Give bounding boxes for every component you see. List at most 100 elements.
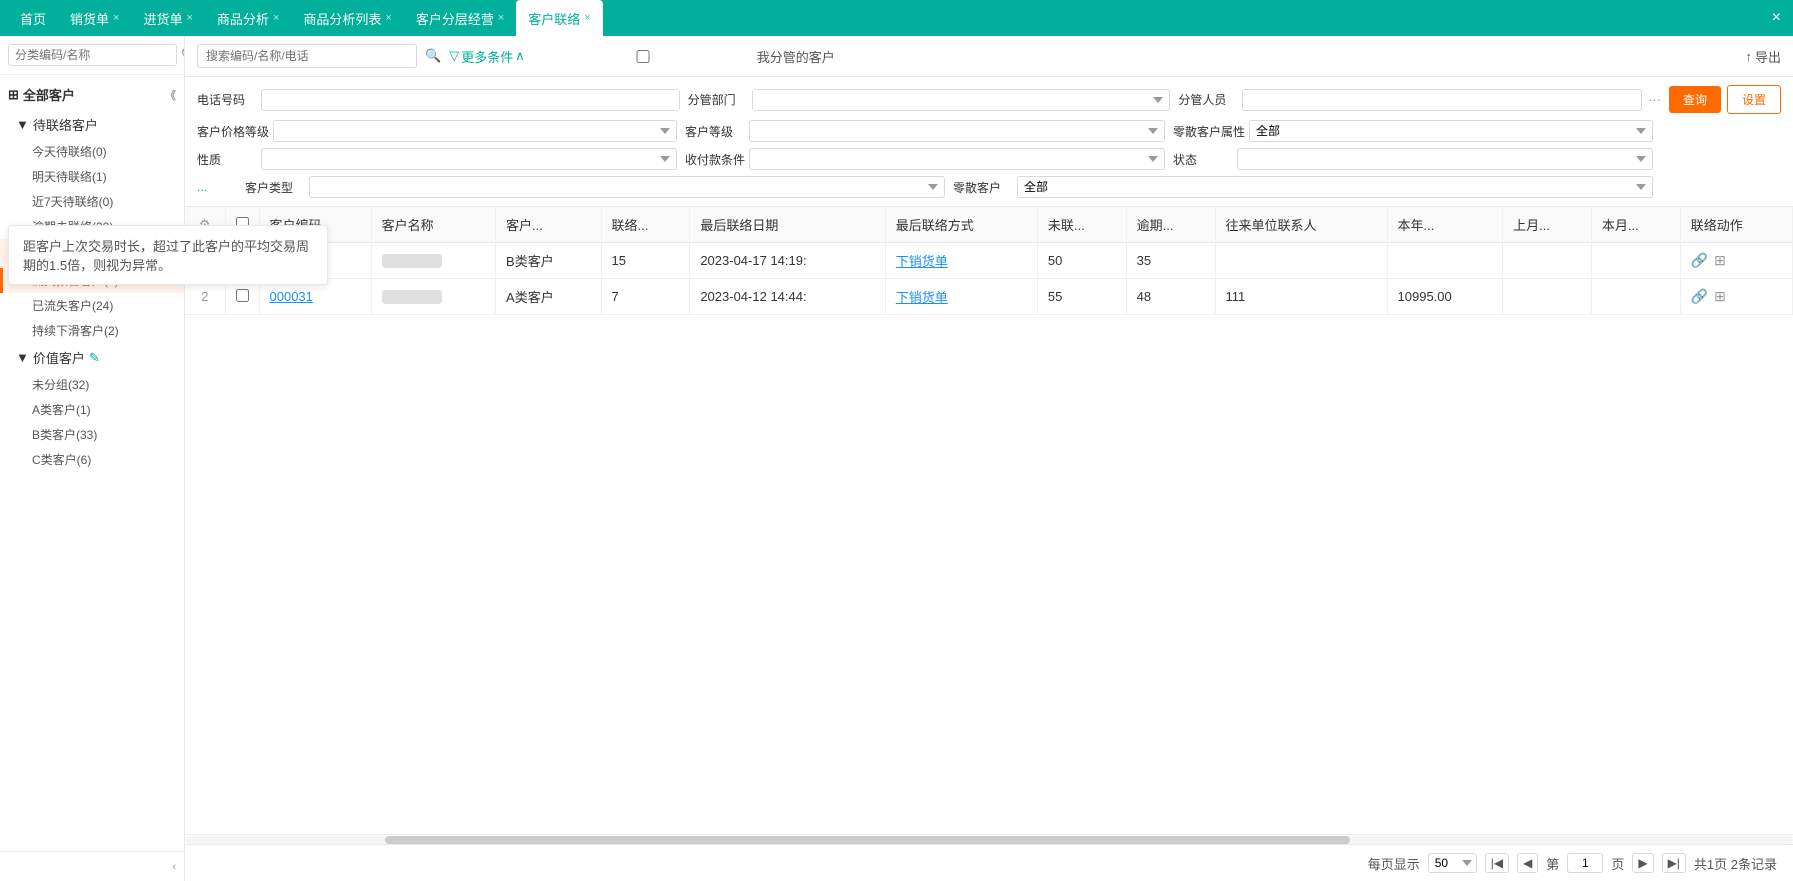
nav-customer-tier[interactable]: 客户分层经营 × bbox=[404, 0, 516, 36]
close-purchase-icon[interactable]: × bbox=[186, 12, 192, 24]
phone-label: 电话号码 bbox=[197, 91, 257, 108]
sidebar-item-today[interactable]: 今天待联络(0) bbox=[0, 139, 184, 164]
triangle3-icon: ▼ bbox=[16, 350, 29, 365]
setting-button[interactable]: 设置 bbox=[1727, 85, 1781, 114]
per-page-select[interactable]: 50 20 100 200 bbox=[1428, 853, 1477, 873]
customer-grade-label: 客户等级 bbox=[685, 123, 745, 140]
manager-more-icon[interactable]: ··· bbox=[1648, 92, 1661, 107]
sidebar-item-a-class[interactable]: A类客户(1) bbox=[0, 397, 184, 422]
nature-label: 性质 bbox=[197, 151, 257, 168]
row1-uncontacted: 50 bbox=[1037, 243, 1126, 279]
content-area: 🔍 ▽ 更多条件 ∧ 我分管的客户 ↑ 导出 电话号码 bbox=[185, 36, 1793, 881]
row1-last-method[interactable]: 下销货单 bbox=[885, 243, 1037, 279]
close-product-analysis-icon[interactable]: × bbox=[273, 12, 279, 24]
filter-retail-customer: 零散客户 全部 bbox=[953, 176, 1653, 198]
filter-customer-type: 客户类型 bbox=[245, 176, 945, 198]
customer-grade-select[interactable] bbox=[749, 120, 1165, 142]
payment-select[interactable] bbox=[749, 148, 1165, 170]
query-button[interactable]: 查询 bbox=[1669, 86, 1721, 113]
phone-input[interactable] bbox=[261, 89, 680, 111]
nav-purchase[interactable]: 进货单 × bbox=[131, 0, 204, 36]
table-row: 2 000031 A类客户 7 2023-04-12 14:44: 下销货单 5… bbox=[185, 279, 1793, 315]
nature-select[interactable] bbox=[261, 148, 677, 170]
nav-customer-contact[interactable]: 客户联络 × bbox=[516, 0, 602, 36]
group-value-customer[interactable]: ▼ 价值客户 ✎ bbox=[0, 343, 184, 372]
horizontal-scrollbar[interactable] bbox=[185, 834, 1793, 844]
sidebar-item-ungroup[interactable]: 未分组(32) bbox=[0, 372, 184, 397]
main-search-icon[interactable]: 🔍 bbox=[425, 48, 441, 64]
sidebar-scroll-left[interactable]: ‹ bbox=[172, 861, 176, 873]
row2-contacts: 111 bbox=[1215, 279, 1387, 315]
page-prev-button[interactable]: ◀ bbox=[1517, 853, 1538, 873]
row1-qr-icon[interactable]: ⊞ bbox=[1714, 252, 1726, 269]
grid-icon: ⊞ bbox=[8, 87, 19, 103]
col-action: 联络动作 bbox=[1680, 207, 1792, 243]
retail-property-select[interactable]: 全部 bbox=[1249, 120, 1653, 142]
filter-customer-grade: 客户等级 bbox=[685, 120, 1165, 142]
row2-last-date: 2023-04-12 14:44: bbox=[690, 279, 885, 315]
filter-nature: 性质 bbox=[197, 148, 677, 170]
export-button[interactable]: ↑ 导出 bbox=[1745, 47, 1781, 66]
row1-link-icon[interactable]: 🔗 bbox=[1691, 252, 1708, 269]
all-customers-header[interactable]: ⊞ 全部客户 《 bbox=[0, 79, 184, 110]
dept-select[interactable] bbox=[752, 89, 1171, 111]
close-product-list-icon[interactable]: × bbox=[385, 12, 391, 24]
sidebar-item-b-class[interactable]: B类客户(33) bbox=[0, 422, 184, 447]
price-grade-label: 客户价格等级 bbox=[197, 123, 269, 140]
nav-sales[interactable]: 销货单 × bbox=[58, 0, 131, 36]
sidebar-item-7days[interactable]: 近7天待联络(0) bbox=[0, 189, 184, 214]
page-first-button[interactable]: |◀ bbox=[1485, 853, 1509, 873]
retail-customer-select[interactable]: 全部 bbox=[1017, 176, 1653, 198]
sidebar-search-input[interactable] bbox=[8, 44, 177, 66]
page-input[interactable] bbox=[1567, 853, 1603, 873]
col-last-date: 最后联络日期 bbox=[690, 207, 885, 243]
my-customers-checkbox-label[interactable]: 我分管的客户 bbox=[533, 47, 835, 66]
my-customers-checkbox[interactable] bbox=[533, 50, 753, 63]
price-grade-select[interactable] bbox=[273, 120, 677, 142]
close-customer-tier-icon[interactable]: × bbox=[498, 12, 504, 24]
col-this-month: 本月... bbox=[1591, 207, 1680, 243]
close-customer-contact-icon[interactable]: × bbox=[584, 12, 590, 24]
row2-last-month bbox=[1503, 279, 1592, 315]
table-row: 1 000039 B类客户 15 2023-04-17 14:19: 下销货单 … bbox=[185, 243, 1793, 279]
row1-this-year bbox=[1387, 243, 1503, 279]
window-close-button[interactable]: × bbox=[1772, 9, 1781, 27]
more-conditions-button[interactable]: ▽ 更多条件 ∧ bbox=[449, 47, 525, 66]
main-search-input[interactable] bbox=[197, 44, 417, 68]
per-page-label: 每页显示 bbox=[1368, 854, 1420, 873]
sidebar-item-tomorrow[interactable]: 明天待联络(1) bbox=[0, 164, 184, 189]
customer-table: ⚙ 客户编码 客户名称 客户... bbox=[185, 207, 1793, 315]
row2-contact: 7 bbox=[601, 279, 690, 315]
sidebar-item-c-class[interactable]: C类客户(6) bbox=[0, 447, 184, 472]
nav-product-analysis[interactable]: 商品分析 × bbox=[205, 0, 291, 36]
row2-last-method[interactable]: 下销货单 bbox=[885, 279, 1037, 315]
filter-retail-property: 零散客户属性 全部 bbox=[1173, 120, 1653, 142]
filter-payment: 收付款条件 bbox=[685, 148, 1165, 170]
row2-link-icon[interactable]: 🔗 bbox=[1691, 288, 1708, 305]
nav-product-analysis-list[interactable]: 商品分析列表 × bbox=[291, 0, 403, 36]
retail-property-label: 零散客户属性 bbox=[1173, 123, 1245, 140]
nav-home[interactable]: 首页 bbox=[8, 0, 58, 36]
collapse-icon[interactable]: 《 bbox=[165, 87, 176, 103]
edit-icon[interactable]: ✎ bbox=[89, 350, 100, 366]
status-select[interactable] bbox=[1237, 148, 1653, 170]
sidebar-item-lost[interactable]: 已流失客户(24) bbox=[0, 293, 184, 318]
status-label: 状态 bbox=[1173, 151, 1233, 168]
row2-overdue: 48 bbox=[1126, 279, 1215, 315]
customer-type-select[interactable] bbox=[309, 176, 945, 198]
page-next-button[interactable]: ▶ bbox=[1632, 853, 1653, 873]
group-pending-contact[interactable]: ▼ 待联络客户 bbox=[0, 110, 184, 139]
pagination-bar: 每页显示 50 20 100 200 |◀ ◀ 第 页 ▶ ▶| 共1页 2条记… bbox=[185, 844, 1793, 881]
page-last-button[interactable]: ▶| bbox=[1662, 853, 1686, 873]
row1-last-month bbox=[1503, 243, 1592, 279]
manager-input[interactable] bbox=[1242, 89, 1642, 111]
row1-type: B类客户 bbox=[496, 243, 601, 279]
col-contact-count: 联络... bbox=[601, 207, 690, 243]
sidebar-item-declining[interactable]: 持续下滑客户(2) bbox=[0, 318, 184, 343]
row1-contact: 15 bbox=[601, 243, 690, 279]
row2-qr-icon[interactable]: ⊞ bbox=[1714, 288, 1726, 305]
row2-select[interactable] bbox=[236, 289, 249, 302]
close-sales-icon[interactable]: × bbox=[113, 12, 119, 24]
more-filter-link[interactable]: ... bbox=[197, 180, 207, 194]
col-overdue: 逾期... bbox=[1126, 207, 1215, 243]
